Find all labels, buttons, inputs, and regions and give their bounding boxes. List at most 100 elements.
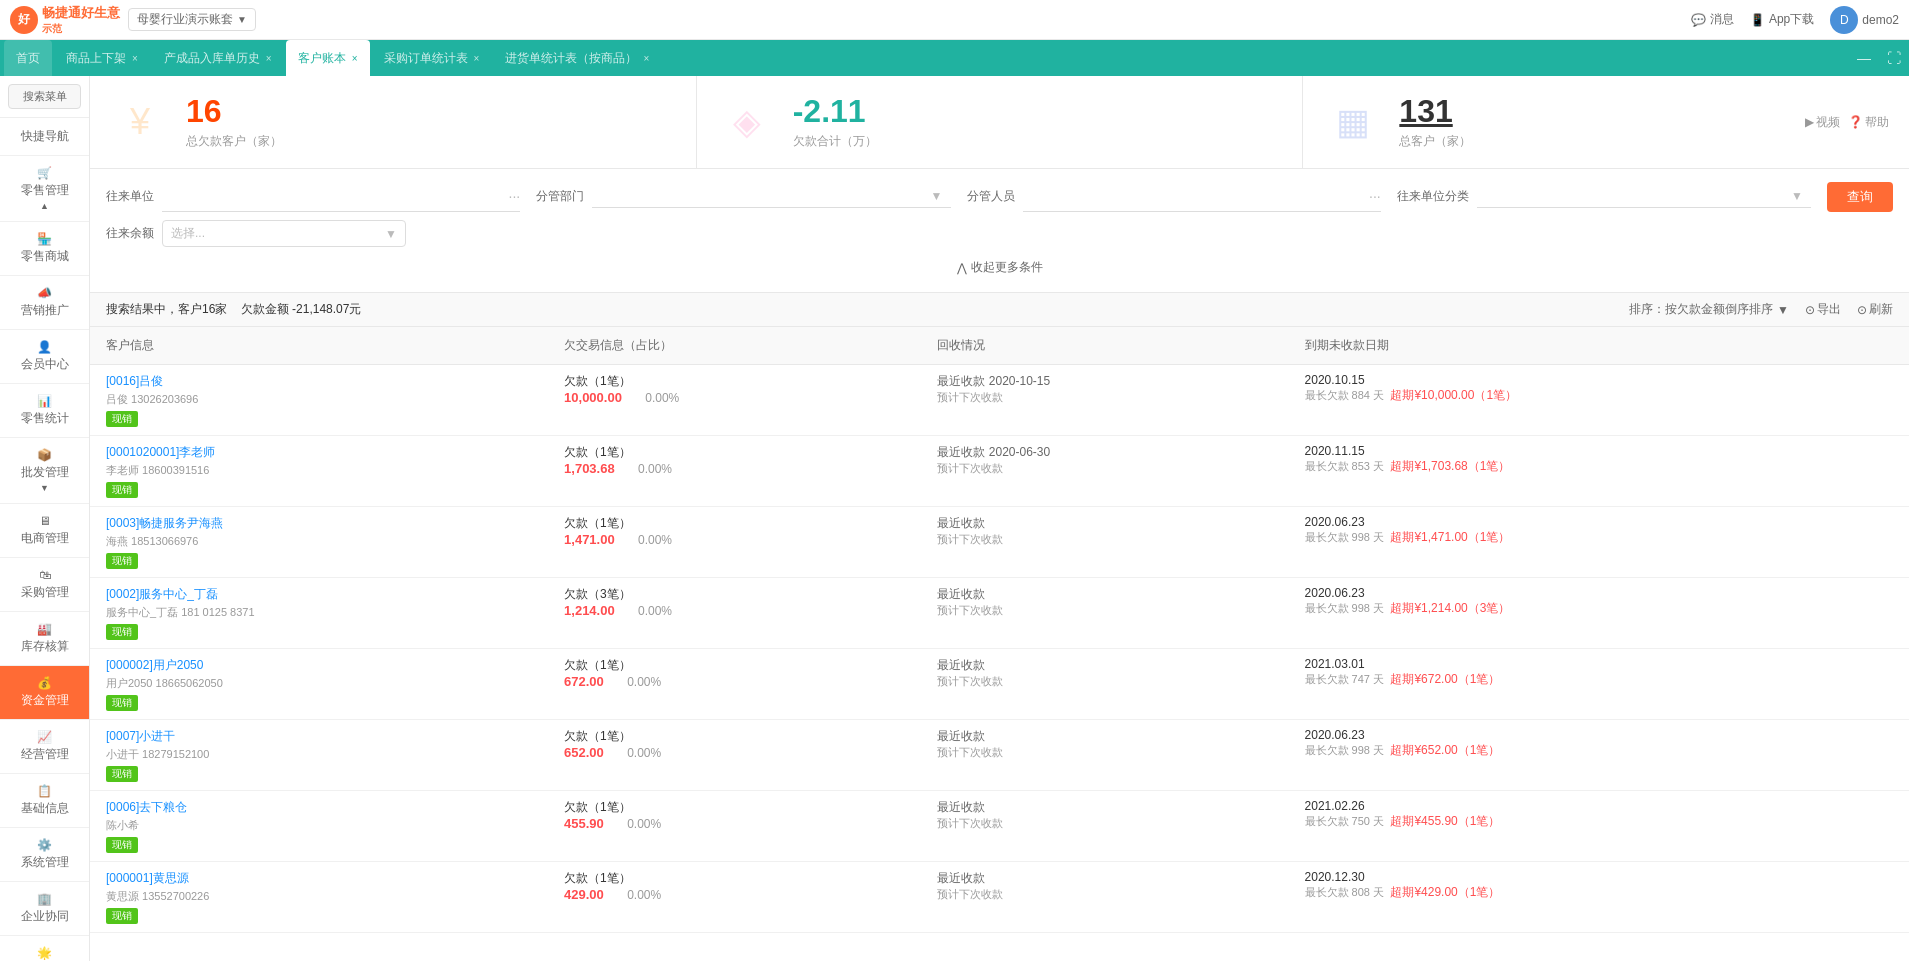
customer-name-link-4[interactable]: [000002]用户2050: [106, 657, 532, 674]
help-button[interactable]: ❓ 帮助: [1848, 114, 1889, 131]
sort-chevron-icon: ▼: [1777, 303, 1789, 317]
tab-minimize-button[interactable]: —: [1853, 50, 1875, 66]
manager-input[interactable]: [1023, 185, 1370, 207]
customer-name-link-6[interactable]: [0006]去下粮仓: [106, 799, 532, 816]
overdue-amount-7[interactable]: 超期¥429.00（1笔）: [1390, 885, 1500, 899]
cell-debt-0: 欠款（1笔） 10,000.00 0.00%: [548, 365, 921, 436]
overdue-amount-3[interactable]: 超期¥1,214.00（3笔）: [1390, 601, 1510, 615]
sidebar-item-operation[interactable]: 📈 经营管理: [0, 720, 89, 774]
customer-name-link-3[interactable]: [0002]服务中心_丁磊: [106, 586, 532, 603]
tab-product-history-close[interactable]: ×: [266, 53, 272, 64]
customer-name-link-7[interactable]: [000001]黄思源: [106, 870, 532, 887]
cell-collect-6: 最近收款 预计下次收款: [921, 791, 1288, 862]
customer-name-link-2[interactable]: [0003]畅捷服务尹海燕: [106, 515, 532, 532]
sidebar-item-newbie[interactable]: 🌟 新手引导: [0, 936, 89, 961]
owed-customers-icon: ¥: [110, 92, 170, 152]
owed-amount-info: -2.11 欠款合计（万）: [793, 94, 877, 150]
overdue-row-1: 最长欠款 853 天 超期¥1,703.68（1笔）: [1305, 458, 1893, 475]
sidebar-item-retail-mall[interactable]: 🏪 零售商城: [0, 222, 89, 276]
tab-purchase-stats[interactable]: 进货单统计表（按商品） ×: [493, 40, 661, 76]
overdue-amount-0[interactable]: 超期¥10,000.00（1笔）: [1390, 388, 1517, 402]
collect-next-6: 预计下次收款: [937, 816, 1272, 831]
overdue-amount-6[interactable]: 超期¥455.90（1笔）: [1390, 814, 1500, 828]
balance-select[interactable]: 选择... ▼: [162, 220, 406, 247]
debt-amount-0[interactable]: 10,000.00: [564, 390, 622, 405]
search-button[interactable]: 查询: [1827, 182, 1893, 212]
cell-collect-1: 最近收款 2020-06-30 预计下次收款: [921, 436, 1288, 507]
tab-purchase-order[interactable]: 采购订单统计表 ×: [372, 40, 492, 76]
search-menu-button[interactable]: 搜索菜单: [8, 84, 81, 109]
tab-customer-account-close[interactable]: ×: [352, 53, 358, 64]
tab-home[interactable]: 首页: [4, 40, 52, 76]
tab-product-history[interactable]: 产成品入库单历史 ×: [152, 40, 284, 76]
overdue-amount-5[interactable]: 超期¥652.00（1笔）: [1390, 743, 1500, 757]
debt-amount-3[interactable]: 1,214.00: [564, 603, 615, 618]
sidebar-item-ecommerce[interactable]: 🖥 电商管理: [0, 504, 89, 558]
refresh-button[interactable]: ⊙ 刷新: [1857, 301, 1893, 318]
collect-date-4: 最近收款: [937, 657, 1272, 674]
sidebar-item-inventory[interactable]: 🏭 库存核算: [0, 612, 89, 666]
corp-icon: 🏢: [37, 892, 52, 906]
sidebar-item-quick-nav[interactable]: 快捷导航: [0, 118, 89, 156]
debt-amount-1[interactable]: 1,703.68: [564, 461, 615, 476]
debt-amount-2[interactable]: 1,471.00: [564, 532, 615, 547]
tab-product-list-close[interactable]: ×: [132, 53, 138, 64]
sidebar-item-corp[interactable]: 🏢 企业协同: [0, 882, 89, 936]
overdue-row-5: 最长欠款 998 天 超期¥652.00（1笔）: [1305, 742, 1893, 759]
company-selector[interactable]: 母婴行业演示账套 ▼: [128, 8, 256, 31]
debt-amount-6[interactable]: 455.90: [564, 816, 604, 831]
overdue-amount-4[interactable]: 超期¥672.00（1笔）: [1390, 672, 1500, 686]
unit-category-label: 往来单位分类: [1397, 188, 1469, 205]
tab-bar-actions: — ⛶: [1853, 40, 1905, 76]
tab-customer-account[interactable]: 客户账本 ×: [286, 40, 370, 76]
sidebar-item-system[interactable]: ⚙️ 系统管理: [0, 828, 89, 882]
dept-select[interactable]: ▼: [592, 185, 950, 208]
sort-selector[interactable]: 排序：按欠款金额倒序排序 ▼: [1629, 301, 1789, 318]
debt-amount-5[interactable]: 652.00: [564, 745, 604, 760]
cell-debt-3: 欠款（3笔） 1,214.00 0.00%: [548, 578, 921, 649]
owed-customers-number: 16: [186, 94, 282, 129]
dept-label: 分管部门: [536, 188, 584, 205]
sidebar-item-member[interactable]: 👤 会员中心: [0, 330, 89, 384]
collect-date-1: 最近收款 2020-06-30: [937, 444, 1272, 461]
customer-name-link-0[interactable]: [0016]吕俊: [106, 373, 532, 390]
cell-customer-0: [0016]吕俊 吕俊 13026203696 现销: [90, 365, 548, 436]
sidebar-item-retail[interactable]: 🛒 零售管理 ▲: [0, 156, 89, 222]
debt-amount-row-3: 1,214.00 0.00%: [564, 603, 905, 618]
overdue-days-5: 最长欠款 998 天: [1305, 744, 1388, 756]
from-unit-input[interactable]: [162, 185, 509, 207]
sidebar-item-marketing[interactable]: 📣 营销推广: [0, 276, 89, 330]
overdue-days-2: 最长欠款 998 天: [1305, 531, 1388, 543]
tab-purchase-order-label: 采购订单统计表: [384, 50, 468, 67]
due-date-6: 2021.02.26: [1305, 799, 1893, 813]
sidebar-item-batch[interactable]: 📦 批发管理 ▼: [0, 438, 89, 504]
export-button[interactable]: ⊙ 导出: [1805, 301, 1841, 318]
due-date-2: 2020.06.23: [1305, 515, 1893, 529]
manager-dots-icon[interactable]: ···: [1369, 188, 1381, 204]
overdue-amount-2[interactable]: 超期¥1,471.00（1笔）: [1390, 530, 1510, 544]
mall-icon: 🏪: [37, 232, 52, 246]
app-download-button[interactable]: 📱 App下载: [1750, 11, 1814, 28]
tab-purchase-order-close[interactable]: ×: [474, 53, 480, 64]
sidebar-item-purchase[interactable]: 🛍 采购管理: [0, 558, 89, 612]
debt-amount-7[interactable]: 429.00: [564, 887, 604, 902]
debt-amount-4[interactable]: 672.00: [564, 674, 604, 689]
collapse-button[interactable]: ⋀ 收起更多条件: [106, 255, 1893, 280]
total-customers-info: 131 总客户（家）: [1399, 94, 1471, 150]
unit-category-select[interactable]: ▼: [1477, 185, 1811, 208]
sidebar-item-finance[interactable]: 💰 资金管理: [0, 666, 89, 720]
chevron-down-icon: ▼: [237, 14, 247, 25]
customer-name-link-5[interactable]: [0007]小进干: [106, 728, 532, 745]
overdue-amount-1[interactable]: 超期¥1,703.68（1笔）: [1390, 459, 1510, 473]
message-button[interactable]: 💬 消息: [1691, 11, 1734, 28]
from-unit-dots-icon[interactable]: ···: [509, 188, 521, 204]
user-menu[interactable]: D demo2: [1830, 6, 1899, 34]
sidebar-item-retail-stats[interactable]: 📊 零售统计: [0, 384, 89, 438]
tab-maximize-button[interactable]: ⛶: [1883, 50, 1905, 66]
tab-purchase-stats-close[interactable]: ×: [643, 53, 649, 64]
sidebar-item-basic[interactable]: 📋 基础信息: [0, 774, 89, 828]
debt-count-1: 欠款（1笔）: [564, 444, 905, 461]
video-button[interactable]: ▶ 视频: [1805, 114, 1840, 131]
tab-product-list[interactable]: 商品上下架 ×: [54, 40, 150, 76]
customer-name-link-1[interactable]: [0001020001]李老师: [106, 444, 532, 461]
